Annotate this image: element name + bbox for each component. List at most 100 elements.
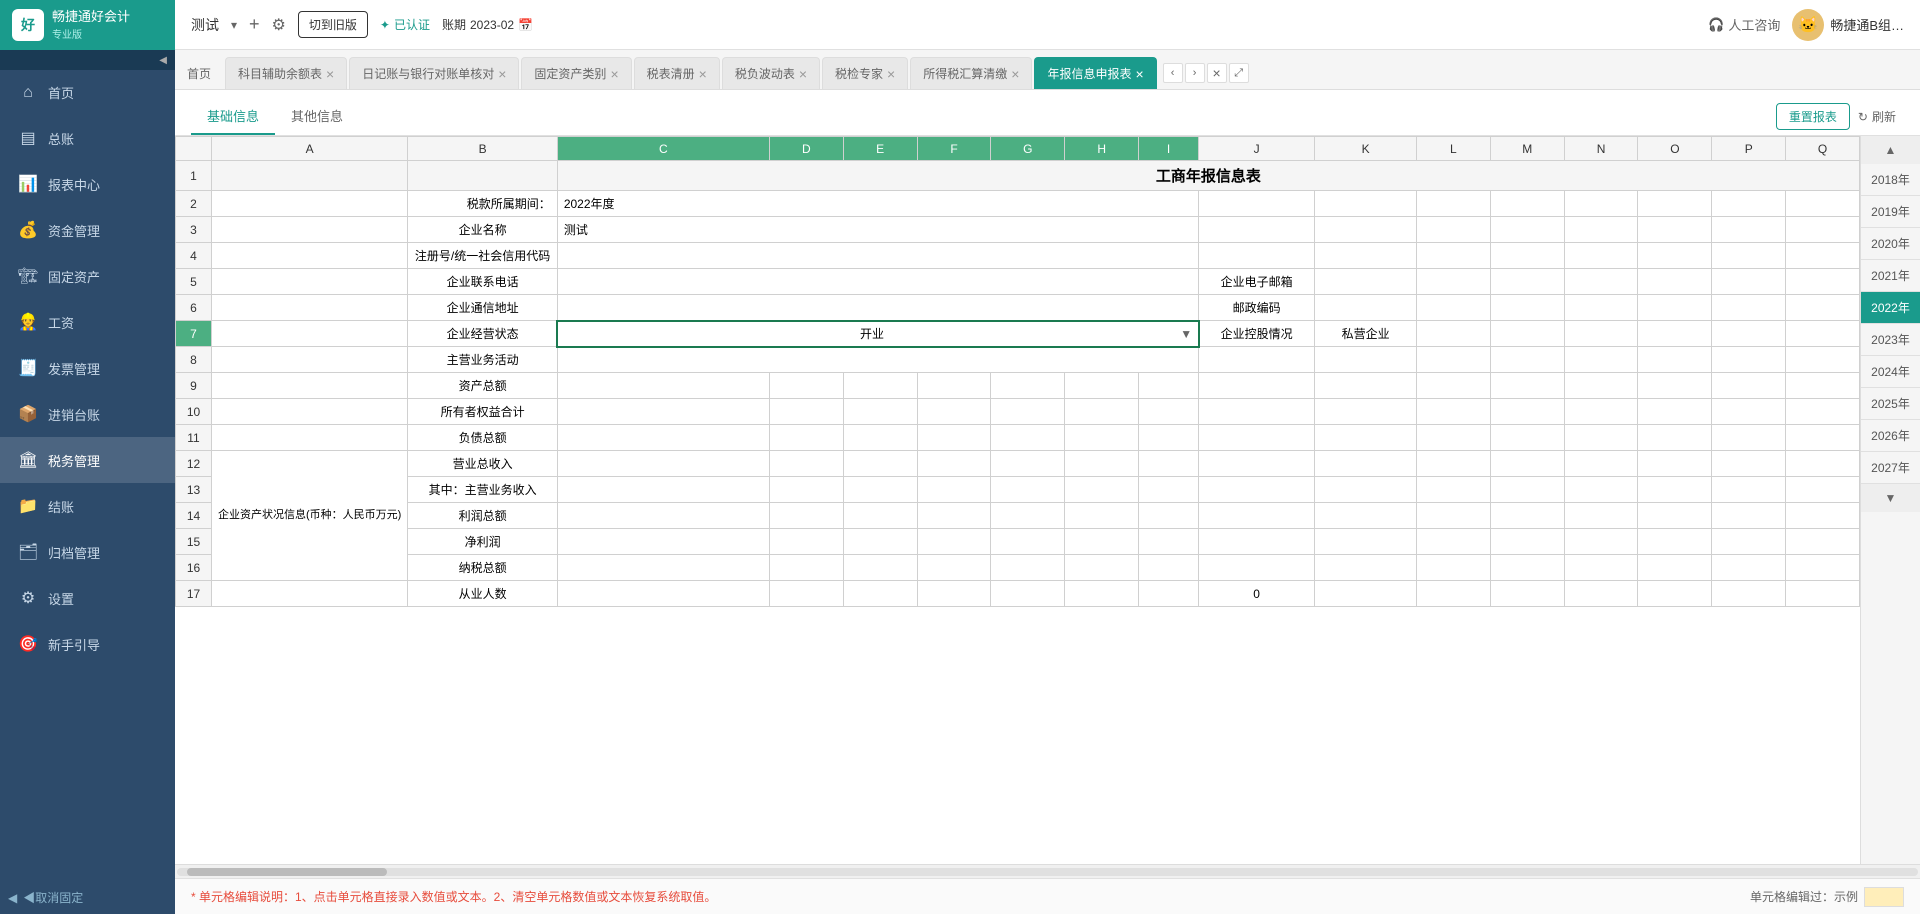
cell-6M[interactable] <box>1490 295 1564 321</box>
col-header-K[interactable]: K <box>1315 137 1417 161</box>
cell-9J[interactable] <box>1199 373 1315 399</box>
cell-16E[interactable] <box>843 555 917 581</box>
cell-15O[interactable] <box>1638 529 1712 555</box>
cell-12K[interactable] <box>1315 451 1417 477</box>
tab-prev-btn[interactable]: ‹ <box>1163 63 1183 83</box>
cell-6K[interactable] <box>1315 295 1417 321</box>
cell-5A[interactable] <box>212 269 408 295</box>
cell-10H[interactable] <box>1065 399 1139 425</box>
year-item-2020[interactable]: 2020年 <box>1861 228 1920 260</box>
cell-10F[interactable] <box>917 399 991 425</box>
cell-7J[interactable]: 企业控股情况 <box>1199 321 1315 347</box>
cell-15Q[interactable] <box>1786 529 1860 555</box>
sidebar-item-guide[interactable]: 🎯 新手引导 <box>0 621 175 667</box>
tab-next-btn[interactable]: › <box>1185 63 1205 83</box>
year-item-2027[interactable]: 2027年 <box>1861 452 1920 484</box>
col-header-I[interactable]: I <box>1139 137 1199 161</box>
cell-11N[interactable] <box>1564 425 1638 451</box>
cell-5M[interactable] <box>1490 269 1564 295</box>
cell-14I[interactable] <box>1139 503 1199 529</box>
cell-3L[interactable] <box>1416 217 1490 243</box>
cell-14C[interactable] <box>557 503 769 529</box>
cell-14O[interactable] <box>1638 503 1712 529</box>
cell-3C[interactable]: 测试 <box>557 217 1198 243</box>
cell-14B[interactable]: 利润总额 <box>408 503 557 529</box>
tab-close-all-btn[interactable]: × <box>1207 63 1227 83</box>
sidebar-item-funds[interactable]: 💰 资金管理 <box>0 207 175 253</box>
cell-9H[interactable] <box>1065 373 1139 399</box>
cell-4J[interactable] <box>1199 243 1315 269</box>
cell-5C[interactable] <box>557 269 1198 295</box>
tab-home[interactable]: 首页 <box>175 57 223 89</box>
add-company-btn[interactable]: + <box>249 14 260 35</box>
col-header-J[interactable]: J <box>1199 137 1315 161</box>
year-item-2025[interactable]: 2025年 <box>1861 388 1920 420</box>
cell-16F[interactable] <box>917 555 991 581</box>
cell-4M[interactable] <box>1490 243 1564 269</box>
sub-tab-other[interactable]: 其他信息 <box>275 98 359 135</box>
cell-5P[interactable] <box>1712 269 1786 295</box>
tab-tax-expert-close[interactable]: × <box>887 66 895 82</box>
sidebar-item-assets[interactable]: 🏗 固定资产 <box>0 253 175 299</box>
cell-2L[interactable] <box>1416 191 1490 217</box>
col-header-E[interactable]: E <box>843 137 917 161</box>
cell-7A[interactable] <box>212 321 408 347</box>
year-item-2018[interactable]: 2018年 <box>1861 164 1920 196</box>
cell-11B[interactable]: 负债总额 <box>408 425 557 451</box>
cell-11E[interactable] <box>843 425 917 451</box>
cell-4B[interactable]: 注册号/统一社会信用代码 <box>408 243 557 269</box>
cell-11G[interactable] <box>991 425 1065 451</box>
cell-2K[interactable] <box>1315 191 1417 217</box>
cell-16I[interactable] <box>1139 555 1199 581</box>
cell-6B[interactable]: 企业通信地址 <box>408 295 557 321</box>
tab-fixed-assets[interactable]: 固定资产类别 × <box>521 57 631 89</box>
cell-10B[interactable]: 所有者权益合计 <box>408 399 557 425</box>
cell-16O[interactable] <box>1638 555 1712 581</box>
cell-2M[interactable] <box>1490 191 1564 217</box>
tab-fixed-assets-close[interactable]: × <box>610 66 618 82</box>
cell-5J[interactable]: 企业电子邮箱 <box>1199 269 1315 295</box>
tab-tax-expert[interactable]: 税检专家 × <box>822 57 908 89</box>
cell-8O[interactable] <box>1638 347 1712 373</box>
cell-4Q[interactable] <box>1786 243 1860 269</box>
cell-13H[interactable] <box>1065 477 1139 503</box>
cell-12D[interactable] <box>769 451 843 477</box>
year-item-2022[interactable]: 2022年 <box>1861 292 1920 324</box>
col-header-G[interactable]: G <box>991 137 1065 161</box>
cell-2O[interactable] <box>1638 191 1712 217</box>
cell-17P[interactable] <box>1712 581 1786 607</box>
cell-10A[interactable] <box>212 399 408 425</box>
cell-15M[interactable] <box>1490 529 1564 555</box>
cell-13D[interactable] <box>769 477 843 503</box>
year-item-2024[interactable]: 2024年 <box>1861 356 1920 388</box>
cell-13M[interactable] <box>1490 477 1564 503</box>
cell-17C[interactable] <box>557 581 769 607</box>
cell-17E[interactable] <box>843 581 917 607</box>
sidebar-item-ledger[interactable]: ▤ 总账 <box>0 115 175 161</box>
cell-17K[interactable] <box>1315 581 1417 607</box>
cell-11A[interactable] <box>212 425 408 451</box>
cell-9C[interactable] <box>557 373 769 399</box>
cell-13I[interactable] <box>1139 477 1199 503</box>
col-header-N[interactable]: N <box>1564 137 1638 161</box>
cell-7O[interactable] <box>1638 321 1712 347</box>
cell-13B[interactable]: 其中：主营业务收入 <box>408 477 557 503</box>
tab-tax-fluctuation-close[interactable]: × <box>799 66 807 82</box>
cell-15B[interactable]: 净利润 <box>408 529 557 555</box>
cell-4A[interactable] <box>212 243 408 269</box>
cell-16C[interactable] <box>557 555 769 581</box>
cell-1-title[interactable]: 工商年报信息表 <box>557 161 1859 191</box>
sidebar-item-tax[interactable]: 🏛 税务管理 <box>0 437 175 483</box>
dropdown-arrow-icon[interactable]: ▼ <box>1180 327 1192 341</box>
cell-3N[interactable] <box>1564 217 1638 243</box>
tab-income-tax[interactable]: 所得税汇算清缴 × <box>910 57 1032 89</box>
refresh-btn[interactable]: ↻ 刷新 <box>1850 104 1904 129</box>
cell-5B[interactable]: 企业联系电话 <box>408 269 557 295</box>
cell-6O[interactable] <box>1638 295 1712 321</box>
year-item-2023[interactable]: 2023年 <box>1861 324 1920 356</box>
cell-2C[interactable]: 2022年度 <box>557 191 1198 217</box>
cell-14E[interactable] <box>843 503 917 529</box>
cell-14L[interactable] <box>1416 503 1490 529</box>
cell-16N[interactable] <box>1564 555 1638 581</box>
cell-13K[interactable] <box>1315 477 1417 503</box>
